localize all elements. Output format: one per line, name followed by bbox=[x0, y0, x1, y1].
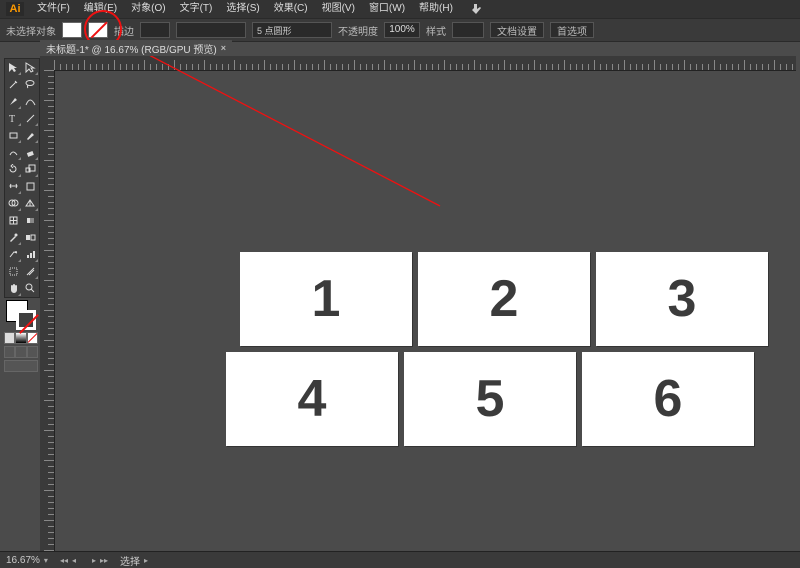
blend-tool[interactable] bbox=[22, 229, 39, 246]
stroke-color-swatch[interactable] bbox=[16, 310, 36, 330]
width-tool[interactable] bbox=[5, 178, 22, 195]
chevron-left-icon: ◂ bbox=[72, 556, 76, 565]
scale-tool[interactable] bbox=[22, 161, 39, 178]
menu-edit[interactable]: 编辑(E) bbox=[77, 0, 124, 18]
menu-file[interactable]: 文件(F) bbox=[30, 0, 77, 18]
paintbrush-tool[interactable] bbox=[22, 127, 39, 144]
menu-select[interactable]: 选择(S) bbox=[219, 0, 266, 18]
style-dropdown[interactable] bbox=[452, 22, 484, 38]
artboard-2[interactable]: 2 bbox=[418, 252, 590, 346]
menu-view[interactable]: 视图(V) bbox=[315, 0, 362, 18]
document-tab-strip: 未标题-1* @ 16.67% (RGB/GPU 预览) × bbox=[40, 40, 232, 56]
pen-tool[interactable] bbox=[5, 93, 22, 110]
perspective-tool[interactable] bbox=[22, 195, 39, 212]
menu-help[interactable]: 帮助(H) bbox=[412, 0, 460, 18]
screen-mode-button[interactable] bbox=[4, 360, 38, 372]
type-tool[interactable]: T bbox=[5, 110, 22, 127]
brush-shape-value: 5 点圆形 bbox=[257, 24, 292, 37]
gradient-tool[interactable] bbox=[22, 212, 39, 229]
doc-setup-button[interactable]: 文档设置 bbox=[490, 22, 544, 38]
draw-normal-button[interactable] bbox=[4, 346, 15, 358]
slice-tool[interactable] bbox=[22, 263, 39, 280]
direct-selection-tool[interactable] bbox=[22, 59, 39, 76]
line-tool[interactable] bbox=[22, 110, 39, 127]
menu-effect[interactable]: 效果(C) bbox=[267, 0, 315, 18]
status-tool[interactable]: 选择 ▸ bbox=[120, 553, 148, 568]
symbol-sprayer-tool[interactable] bbox=[5, 246, 22, 263]
zoom-level[interactable]: 16.67% ▾ bbox=[6, 555, 48, 566]
status-bar: 16.67% ▾ ◂◂ ◂ ▸ ▸▸ 选择 ▸ bbox=[0, 551, 800, 568]
stroke-swatch[interactable] bbox=[88, 22, 108, 38]
selection-tool[interactable] bbox=[5, 59, 22, 76]
close-icon[interactable]: × bbox=[221, 43, 226, 53]
ruler-horizontal[interactable] bbox=[54, 56, 796, 71]
artboard-1[interactable]: 1 bbox=[240, 252, 412, 346]
app-badge: Ai bbox=[6, 2, 24, 16]
opacity-label: 不透明度 bbox=[338, 23, 378, 38]
chevron-right-icon: ▸ bbox=[144, 556, 148, 565]
draw-inside-button[interactable] bbox=[27, 346, 38, 358]
magic-wand-tool[interactable] bbox=[5, 76, 22, 93]
free-transform-tool[interactable] bbox=[22, 178, 39, 195]
none-icon bbox=[91, 21, 108, 38]
eraser-tool[interactable] bbox=[22, 144, 39, 161]
document-tab[interactable]: 未标题-1* @ 16.67% (RGB/GPU 预览) × bbox=[40, 40, 232, 57]
none-mode-button[interactable] bbox=[27, 332, 38, 344]
curvature-tool[interactable] bbox=[22, 93, 39, 110]
menu-type[interactable]: 文字(T) bbox=[173, 0, 220, 18]
stroke-label: 描边 bbox=[114, 23, 134, 38]
shape-builder-tool[interactable] bbox=[5, 195, 22, 212]
status-tool-label: 选择 bbox=[120, 553, 140, 568]
artboard-3[interactable]: 3 bbox=[596, 252, 768, 346]
artboard-grid: 1 2 3 4 5 6 bbox=[240, 252, 780, 452]
preferences-button[interactable]: 首选项 bbox=[550, 22, 594, 38]
document-tab-title: 未标题-1* @ 16.67% (RGB/GPU 预览) bbox=[46, 41, 217, 56]
artboard-tool[interactable] bbox=[5, 263, 22, 280]
mesh-tool[interactable] bbox=[5, 212, 22, 229]
ruler-origin[interactable] bbox=[40, 56, 55, 71]
eyedropper-tool[interactable] bbox=[5, 229, 22, 246]
artboard-4[interactable]: 4 bbox=[226, 352, 398, 446]
svg-text:T: T bbox=[9, 114, 15, 124]
brush-profile-dropdown[interactable] bbox=[176, 22, 246, 38]
hand-tool[interactable] bbox=[5, 280, 22, 297]
options-bar: 未选择对象 描边 5 点圆形 不透明度 100% 样式 文档设置 首选项 bbox=[0, 18, 800, 42]
column-graph-tool[interactable] bbox=[22, 246, 39, 263]
shaper-tool[interactable] bbox=[5, 144, 22, 161]
stroke-width-input[interactable] bbox=[140, 22, 170, 38]
canvas-region[interactable]: 1 2 3 4 5 6 bbox=[40, 56, 796, 552]
style-label: 样式 bbox=[426, 23, 446, 38]
menu-bar: Ai 文件(F) 编辑(E) 对象(O) 文字(T) 选择(S) 效果(C) 视… bbox=[0, 0, 800, 18]
lasso-tool[interactable] bbox=[22, 76, 39, 93]
fill-swatch[interactable] bbox=[62, 22, 82, 38]
fill-stroke-block bbox=[4, 298, 38, 372]
gradient-mode-button[interactable] bbox=[15, 332, 26, 344]
brush-shape-dropdown[interactable]: 5 点圆形 bbox=[252, 22, 332, 38]
prev-icon: ◂◂ bbox=[60, 556, 68, 565]
chevron-right-icon: ▸ bbox=[92, 556, 96, 565]
artboard-nav[interactable]: ◂◂ ◂ ▸ ▸▸ bbox=[60, 556, 108, 565]
touch-workspace-icon[interactable] bbox=[470, 2, 484, 16]
draw-behind-button[interactable] bbox=[15, 346, 26, 358]
menu-window[interactable]: 窗口(W) bbox=[362, 0, 412, 18]
chevron-down-icon: ▾ bbox=[44, 556, 48, 565]
zoom-tool[interactable] bbox=[22, 280, 39, 297]
artboard-6[interactable]: 6 bbox=[582, 352, 754, 446]
ruler-vertical[interactable] bbox=[40, 70, 55, 552]
no-selection-label: 未选择对象 bbox=[6, 23, 56, 38]
rotate-tool[interactable] bbox=[5, 161, 22, 178]
zoom-value: 16.67% bbox=[6, 555, 40, 566]
menu-object[interactable]: 对象(O) bbox=[124, 0, 172, 18]
tool-panel: T bbox=[4, 58, 40, 298]
rectangle-tool[interactable] bbox=[5, 127, 22, 144]
color-mode-button[interactable] bbox=[4, 332, 15, 344]
artboard-5[interactable]: 5 bbox=[404, 352, 576, 446]
next-icon: ▸▸ bbox=[100, 556, 108, 565]
opacity-input[interactable]: 100% bbox=[384, 22, 420, 38]
